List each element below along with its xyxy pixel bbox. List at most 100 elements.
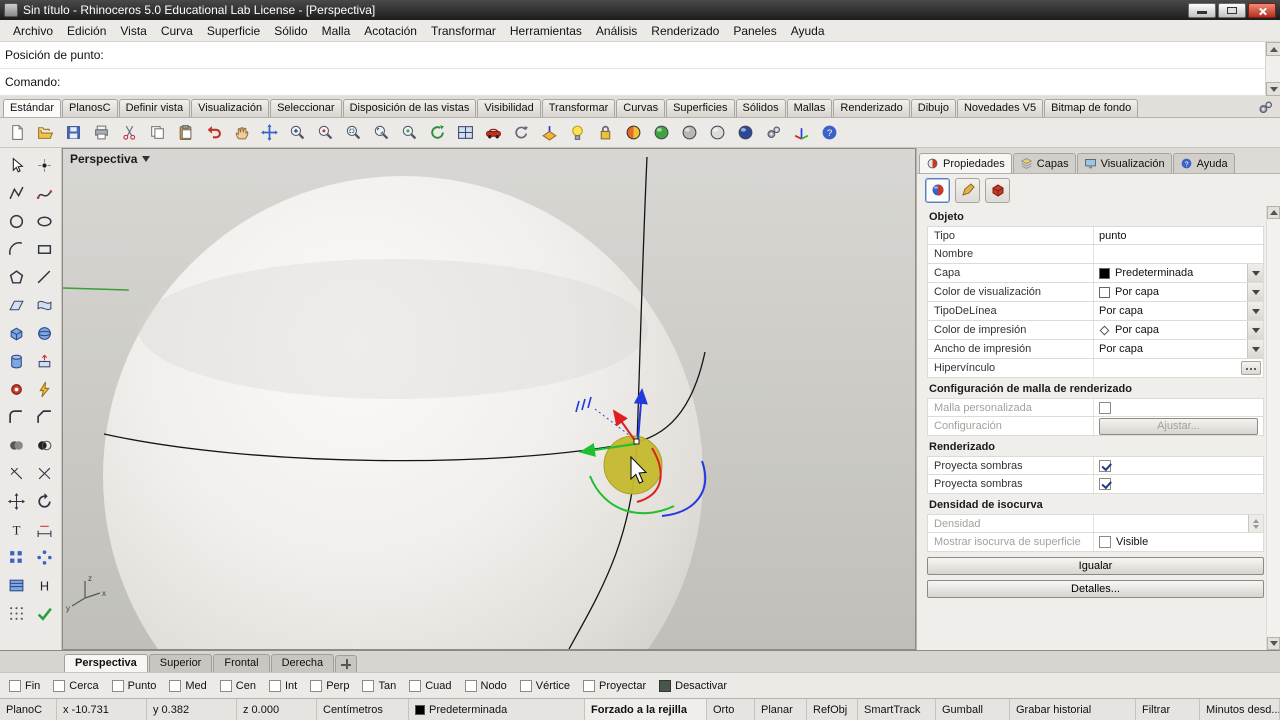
maximize-button[interactable] xyxy=(1218,2,1246,18)
density-spinner[interactable] xyxy=(1094,515,1263,532)
ellipse-tool-icon[interactable] xyxy=(31,207,59,235)
render-icon[interactable] xyxy=(621,121,645,145)
shaded-mode-icon[interactable] xyxy=(677,121,701,145)
split-tool-icon[interactable] xyxy=(31,459,59,487)
fillet-tool-icon[interactable] xyxy=(3,403,31,431)
status-centimetros[interactable]: Centímetros xyxy=(317,699,409,720)
menu-curva[interactable]: Curva xyxy=(154,21,200,41)
osnap-cen[interactable]: Cen xyxy=(219,679,256,692)
toolbar-tab-curvas[interactable]: Curvas xyxy=(616,99,666,117)
menu-edicion[interactable]: Edición xyxy=(60,21,113,41)
checkbox[interactable] xyxy=(268,679,281,692)
checkbox[interactable] xyxy=(659,679,672,692)
zoom-in-icon[interactable] xyxy=(285,121,309,145)
object-properties-button[interactable] xyxy=(925,177,950,203)
isocurve-visible-checkbox[interactable]: Visible xyxy=(1094,533,1263,551)
point-object[interactable] xyxy=(633,438,640,445)
status-y-0-382[interactable]: y 0.382 xyxy=(147,699,237,720)
toolbar-tab-disposicion-de-las-vistas[interactable]: Disposición de las vistas xyxy=(342,99,477,117)
toolbar-tab-visualizacion[interactable]: Visualización xyxy=(191,99,270,117)
help-icon[interactable]: ? xyxy=(817,121,841,145)
tab-ayuda[interactable]: ? Ayuda xyxy=(1172,153,1235,173)
minimize-button[interactable] xyxy=(1188,2,1216,18)
status-x-10-731[interactable]: x -10.731 xyxy=(57,699,147,720)
select-tool-icon[interactable] xyxy=(3,151,31,179)
spinner-arrows-icon[interactable] xyxy=(1248,515,1263,532)
menu-herramientas[interactable]: Herramientas xyxy=(503,21,589,41)
rotate-camera-icon[interactable] xyxy=(509,121,533,145)
toolbar-tab-visibilidad[interactable]: Visibilidad xyxy=(477,99,541,117)
status-predeterminada[interactable]: Predeterminada xyxy=(409,699,585,720)
scroll-down-icon[interactable] xyxy=(1266,82,1280,96)
explode-tool-icon[interactable] xyxy=(31,375,59,403)
dimension-tool-icon[interactable] xyxy=(31,515,59,543)
close-button[interactable] xyxy=(1248,2,1276,18)
match-button[interactable]: Igualar xyxy=(927,557,1264,575)
layer-manager-tool-icon[interactable] xyxy=(3,571,31,599)
boolean-difference-tool-icon[interactable] xyxy=(31,431,59,459)
menu-ayuda[interactable]: Ayuda xyxy=(784,21,832,41)
checkbox[interactable] xyxy=(519,679,532,692)
viewport-tab-superior[interactable]: Superior xyxy=(148,654,213,672)
dropdown-button[interactable] xyxy=(1247,321,1263,339)
tab-capas[interactable]: Capas xyxy=(1012,153,1076,173)
osnap-cuad[interactable]: Cuad xyxy=(409,679,452,692)
checkbox[interactable] xyxy=(53,679,66,692)
browse-button[interactable] xyxy=(1241,361,1261,375)
status-planoc[interactable]: PlanoC xyxy=(0,699,57,720)
menu-renderizado[interactable]: Renderizado xyxy=(644,21,726,41)
line-tool-icon[interactable] xyxy=(31,263,59,291)
status-filtrar[interactable]: Filtrar xyxy=(1136,699,1200,720)
adjust-button[interactable]: Ajustar... xyxy=(1099,417,1258,435)
osnap-punto[interactable]: Punto xyxy=(111,679,156,692)
status-forzado-a-la-rejilla[interactable]: Forzado a la rejilla xyxy=(585,699,707,720)
boolean-union-tool-icon[interactable] xyxy=(3,431,31,459)
tab-propiedades[interactable]: Propiedades xyxy=(919,153,1012,173)
command-prompt-line[interactable]: Comando: xyxy=(0,69,1280,96)
command-scrollbar[interactable] xyxy=(1265,42,1280,96)
rotate-tool-icon[interactable] xyxy=(31,487,59,515)
box-tool-icon[interactable] xyxy=(3,319,31,347)
pan-icon[interactable] xyxy=(229,121,253,145)
osnap-nodo[interactable]: Nodo xyxy=(464,679,507,692)
array-rect-tool-icon[interactable] xyxy=(3,543,31,571)
status-z-0-000[interactable]: z 0.000 xyxy=(237,699,317,720)
osnap-vertice[interactable]: Vértice xyxy=(519,679,570,692)
toolbar-tab-superficies[interactable]: Superficies xyxy=(666,99,735,117)
status-orto[interactable]: Orto xyxy=(707,699,755,720)
toolbar-options-icon[interactable] xyxy=(1253,96,1277,120)
viewport-tab-derecha[interactable]: Derecha xyxy=(270,654,335,672)
extrude-tool-icon[interactable] xyxy=(31,347,59,375)
scroll-up-icon[interactable] xyxy=(1266,42,1280,56)
options-icon[interactable] xyxy=(761,121,785,145)
status-grabar-historial[interactable]: Grabar historial xyxy=(1010,699,1136,720)
dropdown-button[interactable] xyxy=(1247,264,1263,282)
surface-loft-tool-icon[interactable] xyxy=(31,291,59,319)
sphere-tool-icon[interactable] xyxy=(31,319,59,347)
linetype-dropdown[interactable]: Por capa xyxy=(1094,302,1263,320)
status-smarttrack[interactable]: SmartTrack xyxy=(858,699,936,720)
toolbar-tab-novedades-v5[interactable]: Novedades V5 xyxy=(956,99,1044,117)
osnap-med[interactable]: Med xyxy=(169,679,207,692)
casts-shadows-checkbox[interactable] xyxy=(1094,457,1263,474)
surface-tool-icon[interactable] xyxy=(3,291,31,319)
viewport-menu-caret-icon[interactable] xyxy=(142,156,151,166)
print-width-dropdown[interactable]: Por capa xyxy=(1094,340,1263,358)
menu-paneles[interactable]: Paneles xyxy=(726,21,783,41)
name-input[interactable] xyxy=(1094,245,1263,263)
osnap-int[interactable]: Int xyxy=(268,679,297,692)
checkbox[interactable] xyxy=(219,679,232,692)
osnap-perp[interactable]: Perp xyxy=(310,679,349,692)
hatch-tool-icon[interactable]: H xyxy=(31,571,59,599)
cut-icon[interactable] xyxy=(117,121,141,145)
menu-acotacion[interactable]: Acotación xyxy=(357,21,424,41)
receives-shadows-checkbox[interactable] xyxy=(1094,475,1263,493)
toolbar-tab-planosc[interactable]: PlanosC xyxy=(62,99,118,117)
toolbar-tab-dibujo[interactable]: Dibujo xyxy=(910,99,956,117)
toolbar-tab-mallas[interactable]: Mallas xyxy=(786,99,833,117)
menu-vista[interactable]: Vista xyxy=(113,21,153,41)
perspective-viewport[interactable]: Perspectiva x y z xyxy=(62,148,916,650)
array-polar-tool-icon[interactable] xyxy=(31,543,59,571)
osnap-cerca[interactable]: Cerca xyxy=(53,679,99,692)
layer-dropdown[interactable]: Predeterminada xyxy=(1094,264,1263,282)
